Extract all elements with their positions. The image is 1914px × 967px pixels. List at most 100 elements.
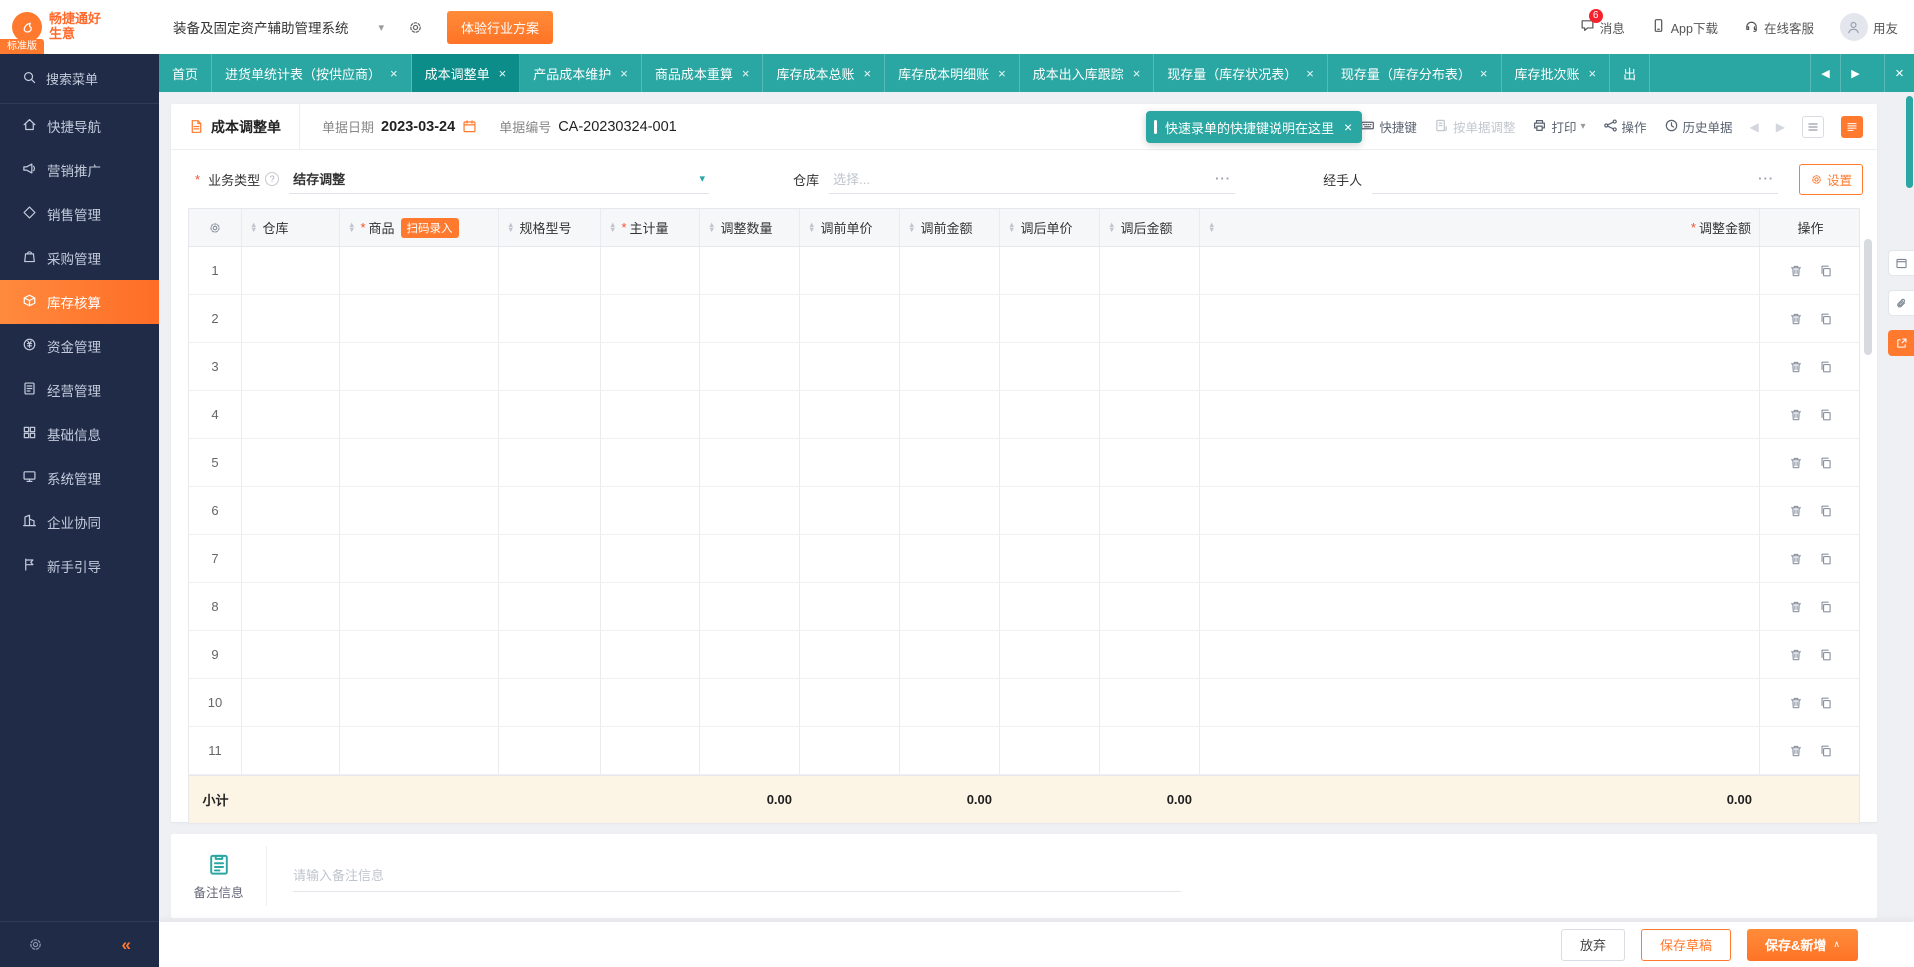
cell-adjust-amount[interactable] <box>1200 631 1760 678</box>
cell-amount-before[interactable] <box>900 727 1000 774</box>
handler-picker-icon[interactable]: ··· <box>1758 171 1774 186</box>
column-header-adjust-amount[interactable]: ▲ ▼ * 调整金额 <box>1200 209 1760 246</box>
cell-amount-after[interactable] <box>1100 247 1200 294</box>
tabs-scroll-right-icon[interactable]: ▶ <box>1840 54 1870 92</box>
scrollbar-thumb[interactable] <box>1864 239 1872 355</box>
cell-warehouse[interactable] <box>242 487 340 534</box>
doc-date-field[interactable]: 单据日期 2023-03-24 <box>322 117 477 136</box>
sort-icon[interactable]: ▲ ▼ <box>908 221 915 233</box>
doc-date-value[interactable]: 2023-03-24 <box>381 119 455 135</box>
cell-amount-before[interactable] <box>900 391 1000 438</box>
tab-overflow[interactable]: 出 <box>1610 54 1651 92</box>
tab-close-icon[interactable]: × <box>1306 67 1314 80</box>
cell-amount-after[interactable] <box>1100 343 1200 390</box>
cell-product[interactable] <box>340 727 499 774</box>
cell-price-after[interactable] <box>1000 343 1100 390</box>
handler-select[interactable]: ··· <box>1372 164 1779 194</box>
tab-close-icon[interactable]: × <box>863 67 871 80</box>
cell-warehouse[interactable] <box>242 727 340 774</box>
cell-amount-after[interactable] <box>1100 583 1200 630</box>
system-select[interactable]: 装备及固定资产辅助管理系统 ▾ <box>173 17 384 37</box>
cell-amount-after[interactable] <box>1100 295 1200 342</box>
sort-icon[interactable]: ▲ ▼ <box>1108 221 1115 233</box>
column-header-warehouse[interactable]: ▲ ▼ 仓库 <box>242 209 340 246</box>
scan-entry-button[interactable]: 扫码录入 <box>400 217 459 238</box>
cell-adjust-qty[interactable] <box>700 391 800 438</box>
tab-stock-distribution[interactable]: 现存量（库存分布表） × <box>1328 54 1502 92</box>
close-icon[interactable]: × <box>1344 119 1352 135</box>
cell-adjust-qty[interactable] <box>700 247 800 294</box>
cell-unit[interactable] <box>601 535 700 582</box>
cell-warehouse[interactable] <box>242 247 340 294</box>
cell-unit[interactable] <box>601 295 700 342</box>
online-service-button[interactable]: 在线客服 <box>1744 18 1814 37</box>
history-button[interactable]: 历史单据 <box>1664 117 1733 136</box>
cell-amount-before[interactable] <box>900 631 1000 678</box>
cell-price-before[interactable] <box>800 535 900 582</box>
cell-amount-before[interactable] <box>900 295 1000 342</box>
cell-spec[interactable] <box>499 535 601 582</box>
sidebar-item-marketing[interactable]: 营销推广 <box>0 148 159 192</box>
cell-adjust-amount[interactable] <box>1200 535 1760 582</box>
sidebar-item-base-info[interactable]: 基础信息 <box>0 412 159 456</box>
delete-row-icon[interactable] <box>1789 264 1803 278</box>
column-header-amount-before[interactable]: ▲ ▼ 调前金额 <box>900 209 1000 246</box>
cell-price-before[interactable] <box>800 247 900 294</box>
cell-spec[interactable] <box>499 583 601 630</box>
delete-row-icon[interactable] <box>1789 408 1803 422</box>
delete-row-icon[interactable] <box>1789 648 1803 662</box>
copy-row-icon[interactable] <box>1819 408 1833 422</box>
sort-icon[interactable]: ▲ ▼ <box>1008 221 1015 233</box>
cell-adjust-qty[interactable] <box>700 727 800 774</box>
column-header-unit[interactable]: ▲ ▼ * 主计量 <box>601 209 700 246</box>
cell-amount-after[interactable] <box>1100 391 1200 438</box>
cell-price-after[interactable] <box>1000 487 1100 534</box>
cell-amount-before[interactable] <box>900 583 1000 630</box>
cell-warehouse[interactable] <box>242 631 340 678</box>
cell-warehouse[interactable] <box>242 583 340 630</box>
cell-price-before[interactable] <box>800 343 900 390</box>
cell-unit[interactable] <box>601 439 700 486</box>
cell-adjust-amount[interactable] <box>1200 679 1760 726</box>
column-settings-button[interactable] <box>189 209 242 246</box>
calendar-icon[interactable] <box>462 119 477 134</box>
cell-adjust-amount[interactable] <box>1200 247 1760 294</box>
copy-row-icon[interactable] <box>1819 360 1833 374</box>
tab-close-icon[interactable]: × <box>620 67 628 80</box>
cell-spec[interactable] <box>499 727 601 774</box>
copy-row-icon[interactable] <box>1819 504 1833 518</box>
cell-product[interactable] <box>340 247 499 294</box>
tab-close-icon[interactable]: × <box>1133 67 1141 80</box>
cell-amount-before[interactable] <box>900 247 1000 294</box>
prev-doc-icon[interactable]: ◀ <box>1750 120 1759 134</box>
cell-unit[interactable] <box>601 247 700 294</box>
cell-adjust-qty[interactable] <box>700 535 800 582</box>
cell-price-after[interactable] <box>1000 439 1100 486</box>
sort-icon[interactable]: ▲ ▼ <box>708 221 715 233</box>
expand-tool-icon[interactable] <box>1888 330 1914 356</box>
cell-product[interactable] <box>340 679 499 726</box>
cell-product[interactable] <box>340 487 499 534</box>
column-header-product[interactable]: ▲ ▼ * 商品 扫码录入 <box>340 209 499 246</box>
cell-amount-after[interactable] <box>1100 439 1200 486</box>
cell-unit[interactable] <box>601 487 700 534</box>
tab-close-icon[interactable]: × <box>499 67 507 80</box>
delete-row-icon[interactable] <box>1789 504 1803 518</box>
cell-product[interactable] <box>340 391 499 438</box>
copy-row-icon[interactable] <box>1819 552 1833 566</box>
sidebar-item-sales[interactable]: 销售管理 <box>0 192 159 236</box>
user-menu[interactable]: 用友 <box>1839 13 1898 41</box>
cell-adjust-amount[interactable] <box>1200 295 1760 342</box>
doc-title-tab[interactable]: 成本调整单 <box>171 104 300 149</box>
tab-product-cost[interactable]: 产品成本维护 × <box>520 54 642 92</box>
cell-adjust-amount[interactable] <box>1200 343 1760 390</box>
cell-amount-after[interactable] <box>1100 727 1200 774</box>
cell-adjust-amount[interactable] <box>1200 583 1760 630</box>
tab-inventory-detail[interactable]: 库存成本明细账 × <box>885 54 1020 92</box>
copy-row-icon[interactable] <box>1819 648 1833 662</box>
cell-price-after[interactable] <box>1000 727 1100 774</box>
column-header-price-before[interactable]: ▲ ▼ 调前单价 <box>800 209 900 246</box>
cell-warehouse[interactable] <box>242 391 340 438</box>
cell-price-before[interactable] <box>800 487 900 534</box>
cell-spec[interactable] <box>499 343 601 390</box>
